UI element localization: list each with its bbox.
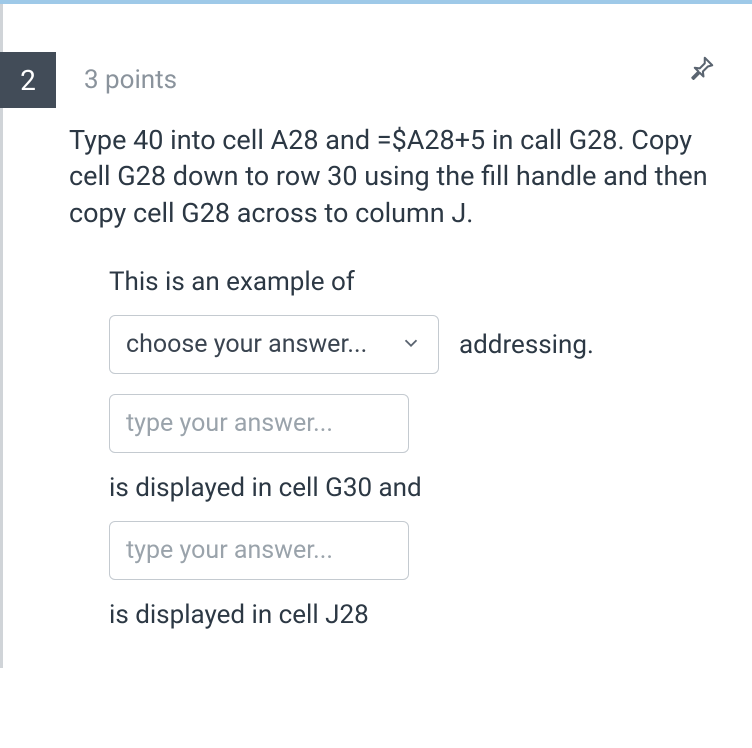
question-header: 2 3 points [3,4,752,108]
input1-row [109,394,716,453]
points-label: 3 points [84,65,177,95]
dropdown-placeholder-text: choose your answer... [126,330,367,359]
pin-icon[interactable] [686,54,716,88]
question-text: Type 40 into cell A28 and =$A28+5 in cal… [69,122,716,231]
question-container: 2 3 points Type 40 into cell A28 and =$A… [0,4,752,668]
dropdown-suffix-text: addressing. [459,330,594,360]
question-number-text: 2 [20,64,36,97]
input2-row [109,521,716,580]
intro-text: This is an example of [109,267,716,297]
answer-area: This is an example of choose your answer… [69,231,716,630]
mid-text-1: is displayed in cell G30 and [109,473,716,503]
question-number-badge: 2 [0,52,56,108]
dropdown-row: choose your answer... addressing. [109,315,716,374]
question-body: Type 40 into cell A28 and =$A28+5 in cal… [3,108,752,630]
answer-input-2[interactable] [109,521,409,580]
mid-text-2: is displayed in cell J28 [109,600,716,630]
chevron-down-icon [400,332,422,358]
answer-dropdown[interactable]: choose your answer... [109,315,439,374]
answer-input-1[interactable] [109,394,409,453]
